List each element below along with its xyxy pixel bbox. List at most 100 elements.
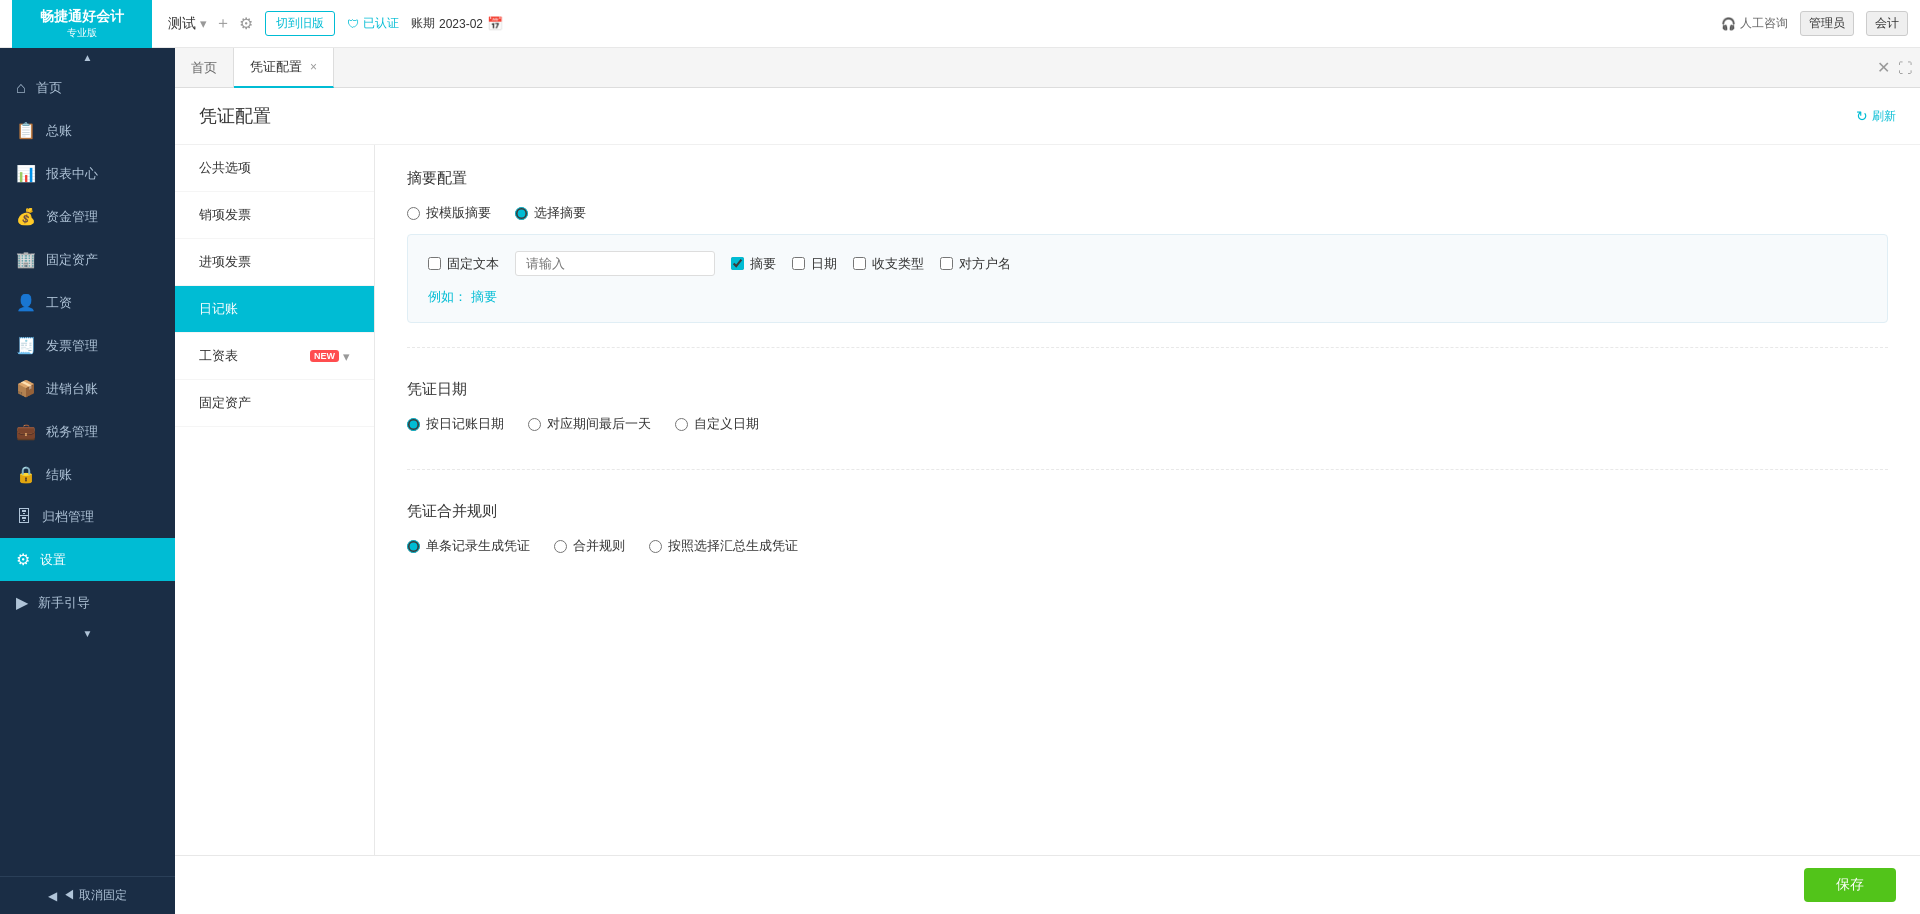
config-item-payroll[interactable]: 工资表 NEW ▾ [175,333,374,380]
config-item-purchase-invoice[interactable]: 进项发票 [175,239,374,286]
journal-date-input[interactable] [407,418,420,431]
sidebar-item-tax[interactable]: 💼 税务管理 [0,410,175,453]
sidebar-item-archive[interactable]: 🗄 归档管理 [0,496,175,538]
sidebar-item-label: 报表中心 [46,165,98,183]
funds-icon: 💰 [16,207,36,226]
select-merge-radio[interactable]: 按照选择汇总生成凭证 [649,537,798,555]
config-item-sales-invoice[interactable]: 销项发票 [175,192,374,239]
custom-date-input[interactable] [675,418,688,431]
assets-icon: 🏢 [16,250,36,269]
save-bar: 保存 [175,855,1920,914]
config-item-fixed-assets[interactable]: 固定资产 [175,380,374,427]
sidebar-item-salary[interactable]: 👤 工资 [0,281,175,324]
sidebar-item-purchase[interactable]: 📦 进销台账 [0,367,175,410]
merge-section: 凭证合并规则 单条记录生成凭证 合并规则 [407,502,1888,591]
date-checkbox[interactable]: 日期 [792,255,837,273]
tab-home[interactable]: 首页 [175,48,234,88]
switch-old-btn[interactable]: 切到旧版 [265,11,335,36]
summary-section: 摘要配置 按模版摘要 选择摘要 [407,169,1888,348]
refresh-button[interactable]: ↻ 刷新 [1856,108,1896,125]
config-item-journal[interactable]: 日记账 [175,286,374,333]
pay-type-checkbox[interactable]: 收支类型 [853,255,924,273]
period-last-input[interactable] [528,418,541,431]
config-sidebar: 公共选项 销项发票 进项发票 日记账 工资表 [175,145,375,855]
summary-template-radio[interactable]: 按模版摘要 [407,204,491,222]
tab-voucher-config[interactable]: 凭证配置 × [234,48,334,88]
counterpart-checkbox[interactable]: 对方户名 [940,255,1011,273]
fixed-text-input[interactable] [515,251,715,276]
sidebar-item-invoice[interactable]: 🧾 发票管理 [0,324,175,367]
sidebar-item-ledger[interactable]: 📋 总账 [0,109,175,152]
admin-button[interactable]: 管理员 [1800,11,1854,36]
merge-radio-group: 单条记录生成凭证 合并规则 按照选择汇总生成凭证 [407,537,1888,555]
sidebar-item-label: 资金管理 [46,208,98,226]
shield-icon: 🛡 [347,17,359,31]
cancel-fixed-button[interactable]: ◀ ◀ 取消固定 [0,877,175,914]
sidebar-item-funds[interactable]: 💰 资金管理 [0,195,175,238]
merge-rule-radio[interactable]: 合并规则 [554,537,625,555]
refresh-icon: ↻ [1856,108,1868,124]
summary-select-radio[interactable]: 选择摘要 [515,204,586,222]
add-icon[interactable]: ＋ [215,13,231,34]
page-content: 凭证配置 ↻ 刷新 公共选项 销项发票 [175,88,1920,855]
fixed-text-checkbox-input[interactable] [428,257,441,270]
save-button[interactable]: 保存 [1804,868,1896,902]
sidebar-item-label: 税务管理 [46,423,98,441]
summary-radio-group: 按模版摘要 选择摘要 [407,204,1888,222]
sidebar-item-close[interactable]: 🔒 结账 [0,453,175,496]
summary-options-box: 固定文本 摘要 日期 [407,234,1888,323]
period-value: 2023-02 [439,17,483,31]
sidebar-item-label: 归档管理 [42,508,94,526]
expand-payroll-icon: ▾ [343,349,350,364]
purchase-icon: 📦 [16,379,36,398]
period-last-radio[interactable]: 对应期间最后一天 [528,415,651,433]
close-accounts-icon: 🔒 [16,465,36,484]
chevron-down-icon[interactable]: ▾ [200,16,207,31]
page-title: 凭证配置 [199,104,271,128]
sidebar-item-label: 总账 [46,122,72,140]
summary-checkbox-input[interactable] [731,257,744,270]
sidebar-item-settings[interactable]: ⚙ 设置 [0,538,175,581]
logo-sub: 专业版 [67,26,97,40]
tab-close-icon[interactable]: × [310,60,317,74]
pay-type-checkbox-input[interactable] [853,257,866,270]
merge-rule-input[interactable] [554,540,567,553]
close-window-icon[interactable]: ✕ [1877,58,1890,77]
sidebar-item-label: 固定资产 [46,251,98,269]
consult-button[interactable]: 🎧 人工咨询 [1721,15,1788,32]
sidebar-item-home[interactable]: ⌂ 首页 [0,67,175,109]
calendar-icon[interactable]: 📅 [487,16,503,31]
settings-icon[interactable]: ⚙ [239,14,253,33]
date-section: 凭证日期 按日记账日期 对应期间最后一天 [407,380,1888,470]
accountant-button[interactable]: 会计 [1866,11,1908,36]
sidebar-item-label: 设置 [40,551,66,569]
archive-icon: 🗄 [16,508,32,526]
certified-label: 已认证 [363,15,399,32]
ledger-icon: 📋 [16,121,36,140]
summary-template-input[interactable] [407,207,420,220]
workspace-name: 测试 [168,15,196,33]
home-icon: ⌂ [16,79,26,97]
summary-checkbox[interactable]: 摘要 [731,255,776,273]
summary-select-input[interactable] [515,207,528,220]
sidebar: ▲ ⌂ 首页 📋 总账 📊 报表中心 💰 资金管理 [0,48,175,914]
sidebar-item-reports[interactable]: 📊 报表中心 [0,152,175,195]
logo: 畅捷通好会计 专业版 [12,0,152,48]
expand-icon[interactable]: ⛶ [1898,60,1912,76]
single-record-input[interactable] [407,540,420,553]
invoice-icon: 🧾 [16,336,36,355]
unpin-icon: ◀ [48,889,57,903]
sidebar-item-assets[interactable]: 🏢 固定资产 [0,238,175,281]
config-item-public[interactable]: 公共选项 [175,145,374,192]
select-merge-input[interactable] [649,540,662,553]
fixed-text-checkbox[interactable]: 固定文本 [428,255,499,273]
journal-date-radio[interactable]: 按日记账日期 [407,415,504,433]
custom-date-radio[interactable]: 自定义日期 [675,415,759,433]
tax-icon: 💼 [16,422,36,441]
counterpart-checkbox-input[interactable] [940,257,953,270]
sidebar-item-guide[interactable]: ▶ 新手引导 [0,581,175,624]
headset-icon: 🎧 [1721,17,1736,31]
date-checkbox-input[interactable] [792,257,805,270]
single-record-radio[interactable]: 单条记录生成凭证 [407,537,530,555]
new-badge: NEW [310,350,339,362]
